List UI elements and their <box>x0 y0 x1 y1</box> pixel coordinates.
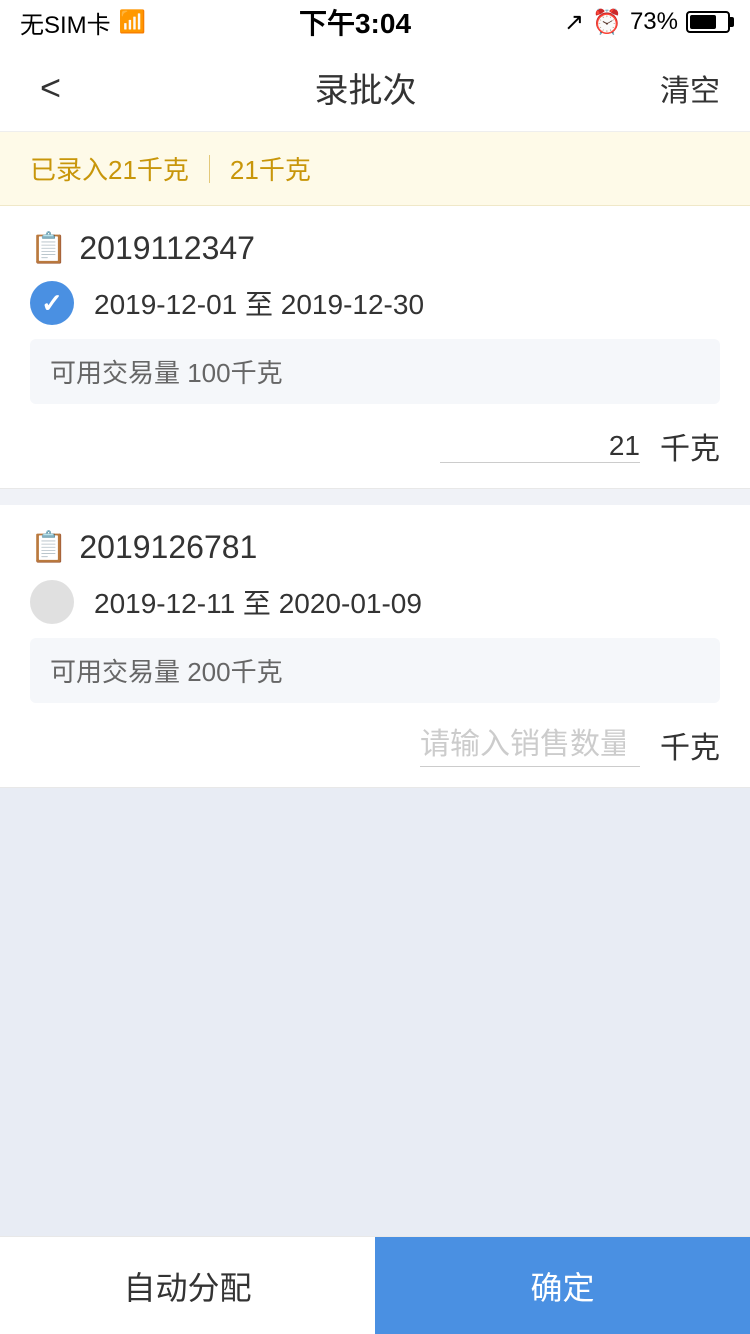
batch2-date: 2019-12-11 至 2020-01-09 <box>94 582 422 622</box>
batch1-quantity-unit: 千克 <box>660 424 720 468</box>
section-divider <box>0 489 750 505</box>
location-icon: ↗ <box>564 8 584 37</box>
batch1-id: 2019112347 <box>79 230 255 267</box>
batch2-id-row: 📋 2019126781 <box>30 529 720 566</box>
batch1-quantity-value: 21 <box>609 430 640 461</box>
batch2-select-row[interactable]: 2019-12-11 至 2020-01-09 <box>30 580 720 624</box>
batch1-select-row[interactable]: ✓ 2019-12-01 至 2019-12-30 <box>30 281 720 325</box>
batch1-available: 可用交易量 100千克 <box>30 339 720 404</box>
batch1-card: 📋 2019112347 ✓ 2019-12-01 至 2019-12-30 可… <box>0 206 750 404</box>
wifi-icon: 📶 <box>119 9 146 35</box>
auto-distribute-button[interactable]: 自动分配 <box>0 1237 375 1334</box>
status-left: 无SIM卡 📶 <box>20 5 146 40</box>
batch2-id: 2019126781 <box>79 529 257 566</box>
confirm-button[interactable]: 确定 <box>375 1237 750 1334</box>
back-button[interactable]: < <box>30 57 71 119</box>
status-bar: 无SIM卡 📶 下午3:04 ↗ ⏰ 73% <box>0 0 750 44</box>
batch2-quantity-input[interactable] <box>420 724 640 767</box>
summary-divider <box>209 155 210 183</box>
clear-button[interactable]: 清空 <box>660 66 720 110</box>
battery-fill <box>690 15 716 29</box>
batch1-check-icon: ✓ <box>41 288 63 319</box>
battery-bar <box>686 11 730 33</box>
batch1-quantity-row: 21 千克 <box>0 404 750 489</box>
status-time: 下午3:04 <box>299 2 411 42</box>
batch2-input-unit: 千克 <box>660 723 720 767</box>
batch1-id-row: 📋 2019112347 <box>30 230 720 267</box>
status-right: ↗ ⏰ 73% <box>564 8 730 37</box>
batch2-available: 可用交易量 200千克 <box>30 638 720 703</box>
batch2-card: 📋 2019126781 2019-12-11 至 2020-01-09 可用交… <box>0 505 750 703</box>
summary-banner: 已录入21千克 21千克 <box>0 132 750 206</box>
main-content: 📋 2019112347 ✓ 2019-12-01 至 2019-12-30 可… <box>0 206 750 1334</box>
empty-space <box>0 788 750 1236</box>
summary-value: 21千克 <box>230 150 311 187</box>
batch1-quantity-display: 21 <box>440 430 640 463</box>
batch1-doc-icon: 📋 <box>30 231 67 266</box>
batch1-radio[interactable]: ✓ <box>30 281 74 325</box>
batch2-input-row: 千克 <box>0 703 750 788</box>
nav-title: 录批次 <box>315 63 417 112</box>
sim-text: 无SIM卡 <box>20 5 111 40</box>
batch2-radio[interactable] <box>30 580 74 624</box>
batch1-date: 2019-12-01 至 2019-12-30 <box>94 283 424 323</box>
batch2-doc-icon: 📋 <box>30 530 67 565</box>
summary-label: 已录入21千克 <box>30 150 189 187</box>
alarm-icon: ⏰ <box>592 8 622 37</box>
bottom-bar: 自动分配 确定 <box>0 1236 750 1334</box>
nav-bar: < 录批次 清空 <box>0 44 750 132</box>
battery-percent: 73% <box>630 8 678 36</box>
